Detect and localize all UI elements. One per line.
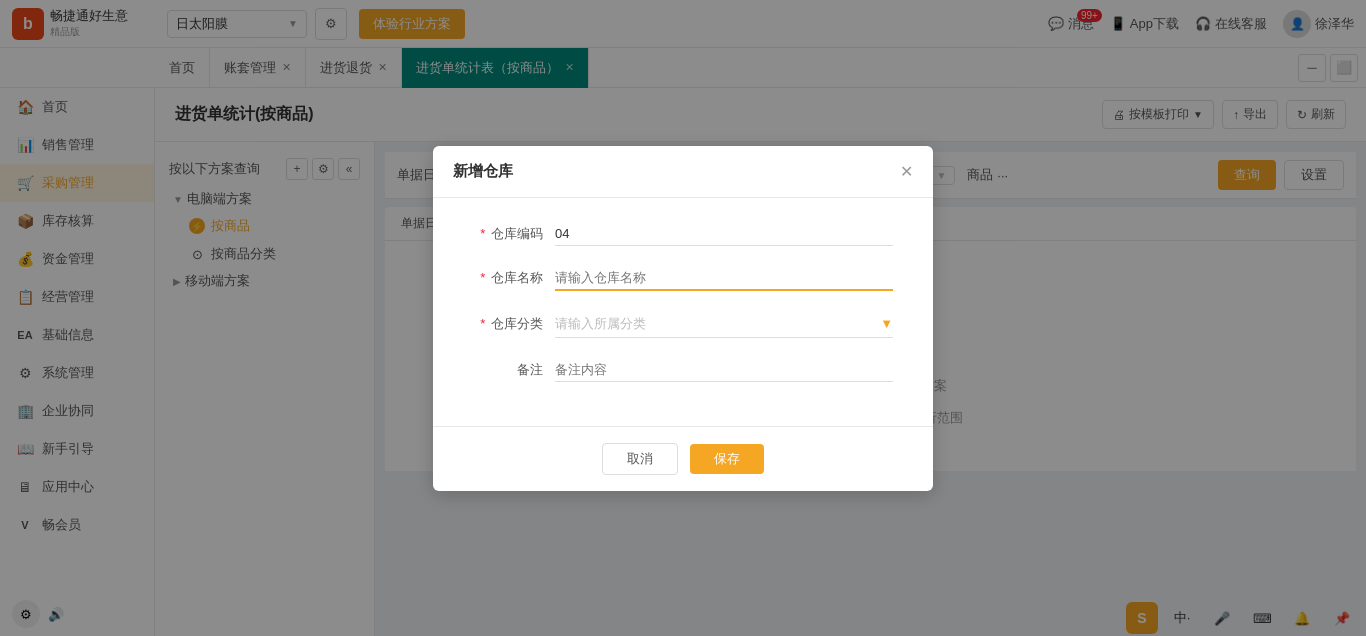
category-label: * 仓库分类 <box>473 315 543 333</box>
cancel-button[interactable]: 取消 <box>602 443 678 475</box>
dialog-header: 新增仓库 ✕ <box>433 146 933 198</box>
warehouse-name-input[interactable] <box>555 266 893 291</box>
category-dropdown-icon: ▼ <box>880 316 893 331</box>
warehouse-category-row: * 仓库分类 请输入所属分类 ▼ <box>473 311 893 338</box>
dialog-close-button[interactable]: ✕ <box>900 162 913 181</box>
note-label: 备注 <box>473 361 543 379</box>
warehouse-code-input[interactable] <box>555 222 893 246</box>
save-button[interactable]: 保存 <box>690 444 764 474</box>
dialog-title: 新增仓库 <box>453 162 900 181</box>
name-label: * 仓库名称 <box>473 269 543 287</box>
add-warehouse-dialog: 新增仓库 ✕ * 仓库编码 * 仓库名称 <box>433 146 933 491</box>
category-select[interactable]: 请输入所属分类 ▼ <box>555 311 893 338</box>
warehouse-code-row: * 仓库编码 <box>473 222 893 246</box>
modal-overlay: 新增仓库 ✕ * 仓库编码 * 仓库名称 <box>0 0 1366 636</box>
dialog-footer: 取消 保存 <box>433 426 933 491</box>
dialog-body: * 仓库编码 * 仓库名称 * 仓库分类 请输入所属 <box>433 198 933 426</box>
warehouse-note-row: 备注 <box>473 358 893 382</box>
warehouse-name-row: * 仓库名称 <box>473 266 893 291</box>
category-placeholder: 请输入所属分类 <box>555 315 880 333</box>
code-label: * 仓库编码 <box>473 225 543 243</box>
warehouse-note-input[interactable] <box>555 358 893 382</box>
